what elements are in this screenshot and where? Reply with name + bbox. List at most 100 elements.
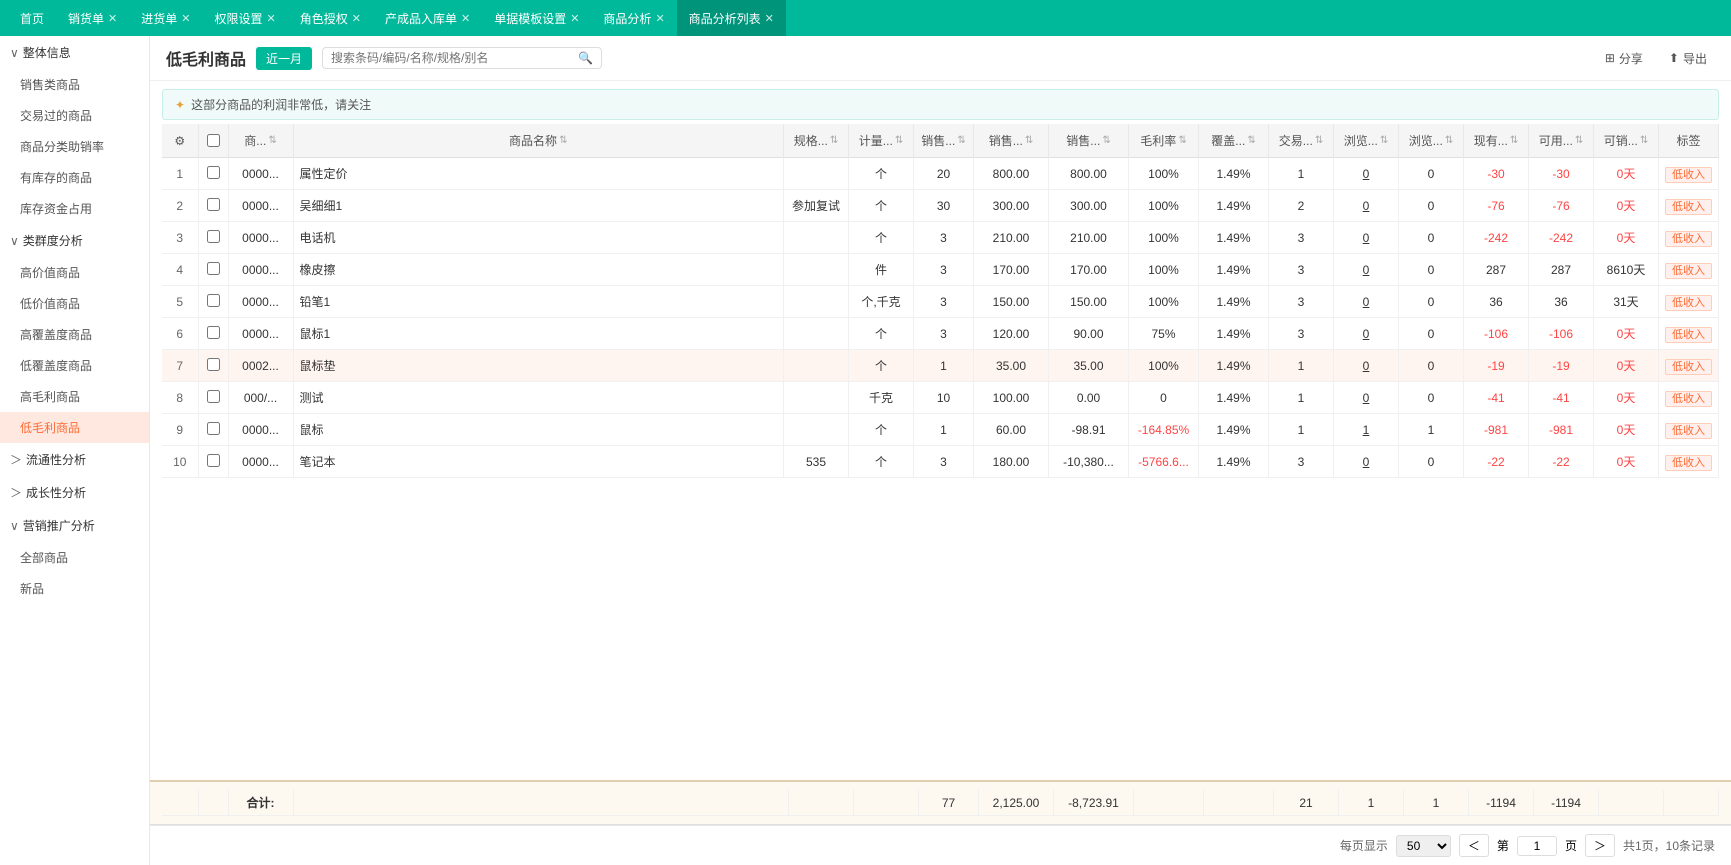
row-checkbox[interactable] <box>198 254 228 286</box>
row-browse1[interactable]: 1 <box>1334 414 1399 446</box>
nav-product-in-close[interactable]: ✕ <box>461 12 470 25</box>
sidebar-item-new-goods[interactable]: 新品 <box>0 573 149 604</box>
row-sales-profit: 0.00 <box>1049 382 1129 414</box>
sidebar-section-circulation[interactable]: ＞ 流通性分析 <box>0 443 149 476</box>
col-settings[interactable]: ⚙ <box>162 124 198 158</box>
col-browse1[interactable]: 浏览...⇅ <box>1334 124 1399 158</box>
search-box[interactable]: 🔍 <box>322 47 602 69</box>
sidebar-section-cluster[interactable]: ∨ 类群度分析 <box>0 224 149 257</box>
sidebar-item-stocked-goods[interactable]: 有库存的商品 <box>0 162 149 193</box>
sidebar-item-capital[interactable]: 库存资金占用 <box>0 193 149 224</box>
col-spec[interactable]: 规格...⇅ <box>784 124 849 158</box>
nav-purchase[interactable]: 进货单 ✕ <box>129 0 202 36</box>
table-row: 2 0000... 吴细细1 参加复试 个 30 300.00 300.00 1… <box>162 190 1719 222</box>
sidebar-item-all-goods[interactable]: 全部商品 <box>0 542 149 573</box>
nav-sales[interactable]: 销货单 ✕ <box>56 0 129 36</box>
col-profit-rate[interactable]: 毛利率⇅ <box>1129 124 1199 158</box>
row-unit: 千克 <box>849 382 914 414</box>
page-number-input[interactable] <box>1517 836 1557 856</box>
settings-icon[interactable]: ⚙ <box>174 134 185 148</box>
sidebar-item-traded-goods[interactable]: 交易过的商品 <box>0 100 149 131</box>
row-browse1[interactable]: 0 <box>1334 158 1399 190</box>
share-button[interactable]: ⊞ 分享 <box>1597 47 1651 70</box>
sidebar-item-category-rate[interactable]: 商品分类助销率 <box>0 131 149 162</box>
row-browse1[interactable]: 0 <box>1334 350 1399 382</box>
row-num: 2 <box>162 190 198 222</box>
per-page-select[interactable]: 50 20 100 <box>1396 835 1451 857</box>
col-code[interactable]: 商...⇅ <box>228 124 293 158</box>
search-input[interactable] <box>331 51 578 65</box>
row-browse1[interactable]: 0 <box>1334 190 1399 222</box>
row-checkbox[interactable] <box>198 414 228 446</box>
col-unit[interactable]: 计量...⇅ <box>849 124 914 158</box>
sidebar-item-low-coverage[interactable]: 低覆盖度商品 <box>0 350 149 381</box>
nav-goods-analysis-list[interactable]: 商品分析列表 ✕ <box>677 0 786 36</box>
nav-goods-analysis-close[interactable]: ✕ <box>655 12 664 25</box>
select-all-checkbox[interactable] <box>207 134 220 147</box>
prev-page-button[interactable]: ＜ <box>1459 834 1489 857</box>
data-table: ⚙ 商...⇅ 商品名称⇅ 规格...⇅ <box>162 124 1719 478</box>
sidebar-item-high-value[interactable]: 高价值商品 <box>0 257 149 288</box>
row-checkbox[interactable] <box>198 190 228 222</box>
row-checkbox[interactable] <box>198 158 228 190</box>
row-checkbox[interactable] <box>198 222 228 254</box>
nav-product-in[interactable]: 产成品入库单 ✕ <box>373 0 482 36</box>
row-trade-count: 1 <box>1269 158 1334 190</box>
sidebar-item-high-margin[interactable]: 高毛利商品 <box>0 381 149 412</box>
nav-permission[interactable]: 权限设置 ✕ <box>202 0 287 36</box>
row-checkbox[interactable] <box>198 446 228 478</box>
export-button[interactable]: ⬆ 导出 <box>1661 47 1715 70</box>
col-profitrate-sort: ⇅ <box>1178 135 1186 146</box>
col-trade[interactable]: 交易...⇅ <box>1269 124 1334 158</box>
row-name: 铅笔1 <box>293 286 784 318</box>
col-sales-amount[interactable]: 销售...⇅ <box>974 124 1049 158</box>
nav-home[interactable]: 首页 <box>8 0 56 36</box>
search-icon[interactable]: 🔍 <box>578 51 593 65</box>
nav-permission-close[interactable]: ✕ <box>267 12 276 25</box>
row-browse1[interactable]: 0 <box>1334 446 1399 478</box>
cluster-arrow: ∨ <box>10 234 19 248</box>
nav-template[interactable]: 单据模板设置 ✕ <box>482 0 591 36</box>
next-page-button[interactable]: ＞ <box>1585 834 1615 857</box>
nav-sales-close[interactable]: ✕ <box>108 12 117 25</box>
row-browse1[interactable]: 0 <box>1334 382 1399 414</box>
row-code: 000/... <box>228 382 293 414</box>
sidebar-section-overview[interactable]: ∨ 整体信息 <box>0 36 149 69</box>
row-browse1[interactable]: 0 <box>1334 318 1399 350</box>
row-browse1[interactable]: 0 <box>1334 222 1399 254</box>
sidebar-item-sales-goods[interactable]: 销售类商品 <box>0 69 149 100</box>
row-checkbox[interactable] <box>198 318 228 350</box>
nav-purchase-close[interactable]: ✕ <box>181 12 190 25</box>
col-available[interactable]: 可用...⇅ <box>1529 124 1594 158</box>
nav-template-close[interactable]: ✕ <box>570 12 579 25</box>
nav-role[interactable]: 角色授权 ✕ <box>288 0 373 36</box>
sidebar-item-low-margin[interactable]: 低毛利商品 <box>0 412 149 443</box>
period-button[interactable]: 近一月 <box>256 47 312 70</box>
sidebar-section-marketing[interactable]: ∨ 营销推广分析 <box>0 509 149 542</box>
col-name[interactable]: 商品名称⇅ <box>293 124 784 158</box>
sidebar-section-growth[interactable]: ＞ 成长性分析 <box>0 476 149 509</box>
total-available: -1194 <box>1534 790 1599 816</box>
sidebar-item-low-value[interactable]: 低价值商品 <box>0 288 149 319</box>
row-checkbox[interactable] <box>198 286 228 318</box>
row-current-stock: -30 <box>1464 158 1529 190</box>
row-checkbox[interactable] <box>198 350 228 382</box>
row-checkbox[interactable] <box>198 382 228 414</box>
col-sales-qty[interactable]: 销售...⇅ <box>914 124 974 158</box>
row-browse1[interactable]: 0 <box>1334 254 1399 286</box>
row-coverage: 1.49% <box>1199 222 1269 254</box>
nav-goods-analysis[interactable]: 商品分析 ✕ <box>591 0 676 36</box>
sidebar-item-high-coverage[interactable]: 高覆盖度商品 <box>0 319 149 350</box>
row-tag: 低收入 <box>1659 286 1719 318</box>
col-saleable[interactable]: 可销...⇅ <box>1594 124 1659 158</box>
row-tag: 低收入 <box>1659 382 1719 414</box>
row-sales-qty: 3 <box>914 254 974 286</box>
nav-role-close[interactable]: ✕ <box>352 12 361 25</box>
col-coverage[interactable]: 覆盖...⇅ <box>1199 124 1269 158</box>
col-current-stock[interactable]: 现有...⇅ <box>1464 124 1529 158</box>
col-sales-profit[interactable]: 销售...⇅ <box>1049 124 1129 158</box>
nav-goods-analysis-list-close[interactable]: ✕ <box>765 12 774 25</box>
row-trade-count: 2 <box>1269 190 1334 222</box>
row-browse1[interactable]: 0 <box>1334 286 1399 318</box>
col-browse2[interactable]: 浏览...⇅ <box>1399 124 1464 158</box>
